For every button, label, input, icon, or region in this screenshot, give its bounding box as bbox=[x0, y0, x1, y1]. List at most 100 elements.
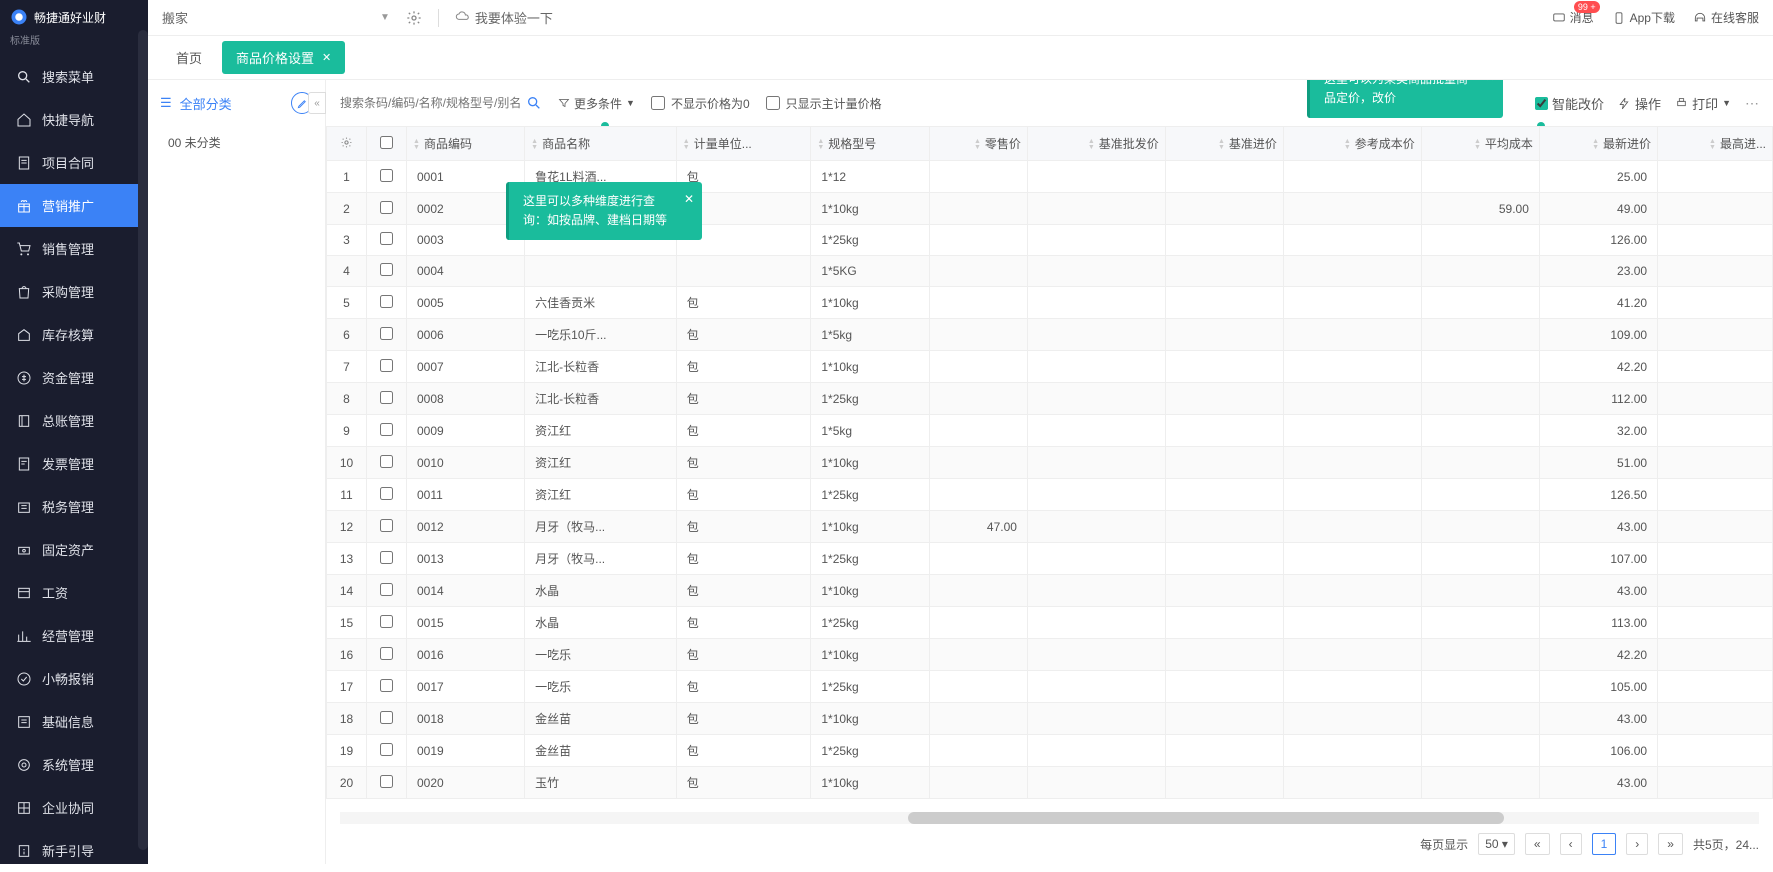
last-page-button[interactable]: » bbox=[1658, 833, 1683, 855]
sidebar-item-book[interactable]: 总账管理 bbox=[0, 399, 148, 442]
row-checkbox[interactable] bbox=[367, 703, 407, 735]
row-checkbox[interactable] bbox=[367, 319, 407, 351]
row-checkbox[interactable] bbox=[367, 351, 407, 383]
sidebar-item-system[interactable]: 系统管理 bbox=[0, 743, 148, 786]
table-row[interactable]: 80008江北-长粒香包1*25kg112.00 bbox=[327, 383, 1773, 415]
chevron-down-icon[interactable]: ▼ bbox=[380, 12, 390, 23]
checkbox-column[interactable] bbox=[367, 127, 407, 161]
table-row[interactable]: 110011资江红包1*25kg126.50 bbox=[327, 479, 1773, 511]
row-checkbox[interactable] bbox=[367, 193, 407, 225]
col-name[interactable]: ▲▼商品名称 bbox=[525, 127, 677, 161]
search-input[interactable] bbox=[340, 96, 520, 110]
table-row[interactable]: 200020玉竹包1*10kg43.00 bbox=[327, 767, 1773, 799]
sidebar-item-cart[interactable]: 销售管理 bbox=[0, 227, 148, 270]
top-search-input[interactable] bbox=[162, 6, 372, 30]
experience-link[interactable]: 我要体验一下 bbox=[455, 8, 553, 27]
row-checkbox[interactable] bbox=[367, 767, 407, 799]
col-unit[interactable]: ▲▼计量单位... bbox=[676, 127, 811, 161]
row-checkbox[interactable] bbox=[367, 639, 407, 671]
current-page[interactable]: 1 bbox=[1592, 833, 1617, 855]
col-retail[interactable]: ▲▼零售价 bbox=[929, 127, 1027, 161]
smart-price-button[interactable]: 智能改价 bbox=[1535, 94, 1604, 113]
horizontal-scrollbar[interactable] bbox=[340, 812, 1759, 824]
hide-zero-checkbox[interactable]: 不显示价格为0 bbox=[651, 95, 750, 112]
settings-column[interactable] bbox=[327, 127, 367, 161]
close-icon[interactable]: ✕ bbox=[684, 190, 694, 209]
sidebar-item-doc[interactable]: 项目合同 bbox=[0, 141, 148, 184]
col-highest[interactable]: ▲▼最高进... bbox=[1658, 127, 1773, 161]
sidebar-item-tax[interactable]: 税务管理 bbox=[0, 485, 148, 528]
sidebar-item-bag[interactable]: 采购管理 bbox=[0, 270, 148, 313]
first-page-button[interactable]: « bbox=[1525, 833, 1550, 855]
row-checkbox[interactable] bbox=[367, 511, 407, 543]
col-latest[interactable]: ▲▼最新进价 bbox=[1539, 127, 1657, 161]
row-checkbox[interactable] bbox=[367, 287, 407, 319]
more-icon[interactable]: ⋯ bbox=[1745, 95, 1759, 112]
table-row[interactable]: 100010资江红包1*10kg51.00 bbox=[327, 447, 1773, 479]
col-basecost[interactable]: ▲▼基准进价 bbox=[1165, 127, 1283, 161]
next-page-button[interactable]: › bbox=[1626, 833, 1648, 855]
row-checkbox[interactable] bbox=[367, 479, 407, 511]
sidebar-item-invoice[interactable]: 发票管理 bbox=[0, 442, 148, 485]
operate-button[interactable]: 操作 bbox=[1618, 94, 1661, 113]
page-size-select[interactable]: 50 ▾ bbox=[1478, 833, 1515, 855]
table-row[interactable]: 150015水晶包1*25kg113.00 bbox=[327, 607, 1773, 639]
row-checkbox[interactable] bbox=[367, 671, 407, 703]
sidebar-scrollbar[interactable] bbox=[138, 30, 148, 850]
close-icon[interactable]: ✕ bbox=[1485, 80, 1495, 87]
row-checkbox[interactable] bbox=[367, 225, 407, 256]
row-checkbox[interactable] bbox=[367, 161, 407, 193]
table-row[interactable]: 170017一吃乐包1*25kg105.00 bbox=[327, 671, 1773, 703]
table-row[interactable]: 190019金丝苗包1*25kg106.00 bbox=[327, 735, 1773, 767]
table-row[interactable]: 180018金丝苗包1*10kg43.00 bbox=[327, 703, 1773, 735]
row-checkbox[interactable] bbox=[367, 575, 407, 607]
sidebar-item-reimburse[interactable]: 小畅报销 bbox=[0, 657, 148, 700]
col-code[interactable]: ▲▼商品编码 bbox=[407, 127, 525, 161]
table-row[interactable]: 70007江北-长粒香包1*10kg42.20 bbox=[327, 351, 1773, 383]
scrollbar-thumb[interactable] bbox=[908, 812, 1504, 824]
row-checkbox[interactable] bbox=[367, 543, 407, 575]
table-row[interactable]: 60006一吃乐10斤...包1*5kg109.00 bbox=[327, 319, 1773, 351]
main-unit-checkbox[interactable]: 只显示主计量价格 bbox=[766, 95, 882, 112]
prev-page-button[interactable]: ‹ bbox=[1560, 833, 1582, 855]
row-checkbox[interactable] bbox=[367, 735, 407, 767]
sidebar-item-home[interactable]: 快捷导航 bbox=[0, 98, 148, 141]
sidebar-item-search[interactable]: 搜索菜单 bbox=[0, 55, 148, 98]
row-checkbox[interactable] bbox=[367, 415, 407, 447]
tab-product-price[interactable]: 商品价格设置 ✕ bbox=[222, 41, 345, 74]
tab-home[interactable]: 首页 bbox=[162, 41, 216, 74]
app-download-button[interactable]: App下载 bbox=[1612, 9, 1675, 26]
row-checkbox[interactable] bbox=[367, 447, 407, 479]
sidebar-item-info[interactable]: 基础信息 bbox=[0, 700, 148, 743]
customer-service-button[interactable]: 在线客服 bbox=[1693, 9, 1759, 26]
sidebar-item-gift[interactable]: 营销推广 bbox=[0, 184, 148, 227]
collapse-tree-button[interactable]: « bbox=[308, 92, 326, 114]
messages-button[interactable]: 消息 99 + bbox=[1552, 9, 1594, 26]
sidebar-item-money[interactable]: 资金管理 bbox=[0, 356, 148, 399]
table-row[interactable]: 130013月牙（牧马...包1*25kg107.00 bbox=[327, 543, 1773, 575]
row-checkbox[interactable] bbox=[367, 383, 407, 415]
row-checkbox[interactable] bbox=[367, 256, 407, 287]
more-conditions-button[interactable]: 更多条件 ▼ bbox=[558, 95, 635, 112]
search-icon[interactable] bbox=[526, 95, 542, 111]
col-avgcost[interactable]: ▲▼平均成本 bbox=[1421, 127, 1539, 161]
table-row[interactable]: 90009资江红包1*5kg32.00 bbox=[327, 415, 1773, 447]
col-spec[interactable]: ▲▼规格型号 bbox=[811, 127, 929, 161]
sidebar-item-chart[interactable]: 经营管理 bbox=[0, 614, 148, 657]
table-row[interactable]: 140014水晶包1*10kg43.00 bbox=[327, 575, 1773, 607]
all-categories-link[interactable]: 全部分类 bbox=[180, 94, 232, 113]
table-row[interactable]: 120012月牙（牧马...包1*10kg47.0043.00 bbox=[327, 511, 1773, 543]
close-icon[interactable]: ✕ bbox=[322, 51, 331, 64]
sidebar-item-salary[interactable]: 工资 bbox=[0, 571, 148, 614]
print-button[interactable]: 打印 ▼ bbox=[1675, 94, 1731, 113]
col-wholesale[interactable]: ▲▼基准批发价 bbox=[1027, 127, 1165, 161]
table-row[interactable]: 50005六佳香贡米包1*10kg41.20 bbox=[327, 287, 1773, 319]
sidebar-item-asset[interactable]: 固定资产 bbox=[0, 528, 148, 571]
table-row[interactable]: 160016一吃乐包1*10kg42.20 bbox=[327, 639, 1773, 671]
sidebar-item-house[interactable]: 库存核算 bbox=[0, 313, 148, 356]
col-refcost[interactable]: ▲▼参考成本价 bbox=[1283, 127, 1421, 161]
tree-item-uncategorized[interactable]: 00 未分类 bbox=[148, 126, 325, 159]
table-row[interactable]: 400041*5KG23.00 bbox=[327, 256, 1773, 287]
gear-icon[interactable] bbox=[406, 10, 422, 26]
row-checkbox[interactable] bbox=[367, 607, 407, 639]
